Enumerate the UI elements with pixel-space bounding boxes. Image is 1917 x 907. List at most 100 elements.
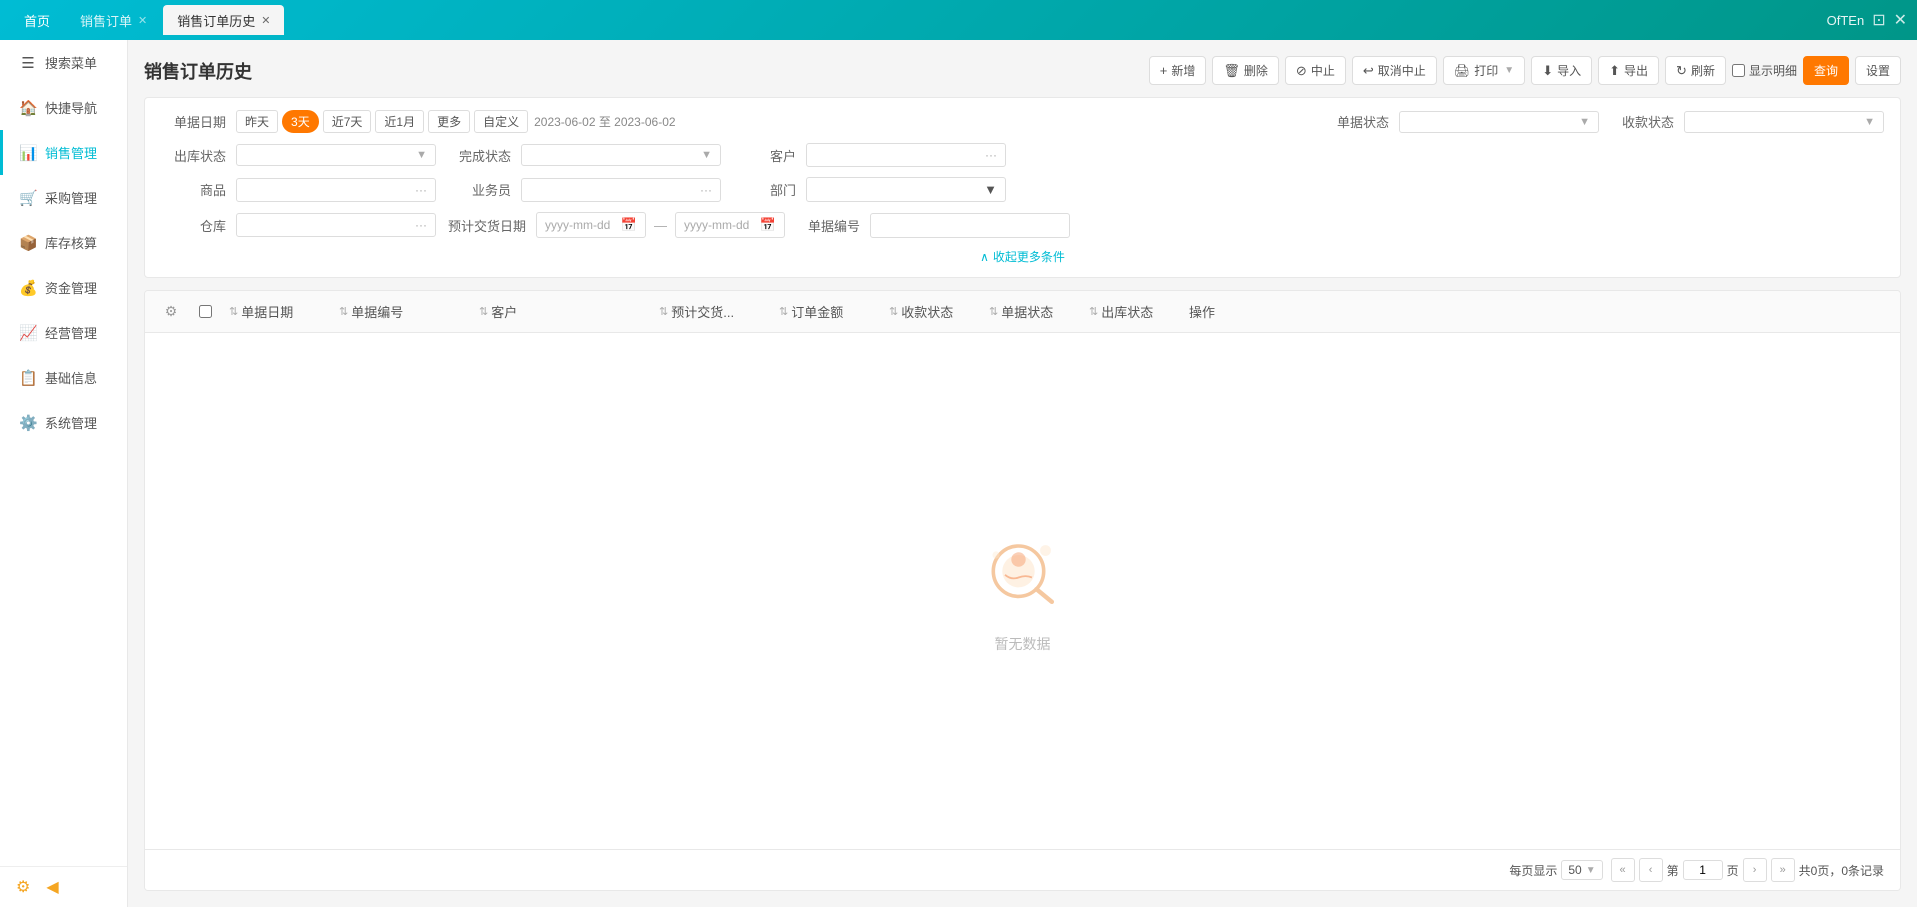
- search-menu-icon: ☰: [19, 54, 37, 72]
- date-sep: —: [650, 218, 671, 233]
- sidebar-item-purchase-mgmt[interactable]: 🛒 采购管理: [0, 175, 127, 220]
- refresh-button[interactable]: ↻ 刷新: [1665, 56, 1726, 85]
- sidebar-settings-icon[interactable]: ⚙: [16, 877, 30, 897]
- delete-icon: 🗑: [1223, 63, 1240, 79]
- date-btn-1month[interactable]: 近1月: [375, 110, 424, 133]
- date-btn-3days[interactable]: 3天: [282, 110, 319, 133]
- last-page-button[interactable]: »: [1771, 858, 1795, 882]
- collapse-bar[interactable]: ∧ 收起更多条件: [161, 248, 1884, 265]
- th-customer[interactable]: ⇅ 客户: [471, 302, 651, 321]
- pay-status-select[interactable]: ▼: [1684, 111, 1884, 133]
- cancel-suspend-label: 取消中止: [1378, 62, 1426, 79]
- sidebar-collapse-icon[interactable]: ◀: [46, 877, 58, 897]
- empty-state: 暂无数据: [145, 333, 1900, 849]
- date-btn-custom[interactable]: 自定义: [474, 110, 528, 133]
- th-out-status[interactable]: ⇅ 出库状态: [1081, 302, 1181, 321]
- sidebar-item-sales-mgmt[interactable]: 📊 销售管理: [0, 130, 127, 175]
- calendar-to-icon: 📅: [760, 217, 776, 233]
- page-size-dropdown[interactable]: 50 ▼: [1561, 860, 1602, 880]
- funds-mgmt-icon: 💰: [19, 279, 37, 297]
- th-action: 操作: [1181, 302, 1892, 321]
- suspend-button[interactable]: ⊘ 中止: [1285, 56, 1346, 85]
- page-header: 销售订单历史 + 新增 🗑 删除 ⊘ 中止 ↩ 取消中止: [144, 56, 1901, 85]
- next-page-button[interactable]: ›: [1743, 858, 1767, 882]
- display-toggle[interactable]: 显示明细: [1732, 62, 1797, 79]
- prev-page-button[interactable]: ‹: [1639, 858, 1663, 882]
- inventory-icon: 📦: [19, 234, 37, 252]
- dept-select[interactable]: ▼: [806, 177, 1006, 202]
- window-close-btn[interactable]: ✕: [1894, 10, 1907, 30]
- table-container: ⚙ ⇅ 单据日期 ⇅ 单据编号 ⇅ 客户 ⇅: [144, 290, 1901, 891]
- th-pay-status-sort-icon: ⇅: [889, 305, 898, 318]
- display-toggle-label: 显示明细: [1749, 62, 1797, 79]
- often-label: OfTEn: [1827, 13, 1865, 28]
- salesperson-input[interactable]: ···: [521, 178, 721, 202]
- sidebar-item-funds-mgmt-label: 资金管理: [45, 278, 97, 297]
- complete-status-select[interactable]: ▼: [521, 144, 721, 166]
- th-doc-no[interactable]: ⇅ 单据编号: [331, 302, 471, 321]
- cancel-suspend-button[interactable]: ↩ 取消中止: [1352, 56, 1437, 85]
- settings-label: 设置: [1866, 62, 1890, 79]
- pay-status-label: 收款状态: [1609, 112, 1674, 131]
- goods-input[interactable]: ···: [236, 178, 436, 202]
- export-label: 导出: [1624, 62, 1648, 79]
- tab-sales-order-history[interactable]: 销售订单历史 ✕: [163, 5, 284, 35]
- tab-sales-order-history-close[interactable]: ✕: [261, 14, 270, 27]
- print-arrow-icon: ▼: [1504, 65, 1514, 76]
- doc-no-input[interactable]: [870, 213, 1070, 238]
- customer-input[interactable]: ···: [806, 143, 1006, 167]
- tab-home[interactable]: 首页: [10, 5, 64, 35]
- date-btn-more[interactable]: 更多: [428, 110, 470, 133]
- warehouse-input[interactable]: ···: [236, 213, 436, 237]
- sidebar-item-ops-mgmt[interactable]: 📈 经营管理: [0, 310, 127, 355]
- tab-sales-order[interactable]: 销售订单 ✕: [66, 5, 161, 35]
- date-btn-7days[interactable]: 近7天: [323, 110, 372, 133]
- refresh-label: 刷新: [1691, 62, 1715, 79]
- new-button[interactable]: + 新增: [1149, 56, 1207, 85]
- table-settings-btn[interactable]: ⚙: [153, 303, 189, 320]
- delivery-date-range: yyyy-mm-dd 📅 — yyyy-mm-dd 📅: [536, 212, 785, 238]
- doc-status-select[interactable]: ▼: [1399, 111, 1599, 133]
- warehouse-label: 仓库: [161, 216, 226, 235]
- window-restore-btn[interactable]: ⊡: [1872, 10, 1885, 30]
- th-doc-status[interactable]: ⇅ 单据状态: [981, 302, 1081, 321]
- pay-status-arrow-icon: ▼: [1864, 116, 1875, 128]
- delivery-date-from-input[interactable]: yyyy-mm-dd 📅: [536, 212, 646, 238]
- tab-sales-order-close[interactable]: ✕: [138, 14, 147, 27]
- first-page-button[interactable]: «: [1611, 858, 1635, 882]
- date-btn-today[interactable]: 昨天: [236, 110, 278, 133]
- sidebar-item-sys-mgmt[interactable]: ⚙️ 系统管理: [0, 400, 127, 445]
- sidebar-item-inventory[interactable]: 📦 库存核算: [0, 220, 127, 265]
- table-select-all[interactable]: [189, 305, 221, 318]
- sys-mgmt-icon: ⚙️: [19, 414, 37, 432]
- select-all-checkbox[interactable]: [199, 305, 212, 318]
- sidebar-item-funds-mgmt[interactable]: 💰 资金管理: [0, 265, 127, 310]
- current-page-input[interactable]: [1683, 860, 1723, 880]
- settings-button[interactable]: 设置: [1855, 56, 1901, 85]
- print-icon: 🖨: [1454, 63, 1471, 79]
- doc-date-label: 单据日期: [161, 112, 226, 131]
- th-amount-label: 订单金额: [791, 302, 843, 321]
- print-button[interactable]: 🖨 打印 ▼: [1443, 56, 1525, 85]
- delete-button[interactable]: 🗑 删除: [1212, 56, 1279, 85]
- delivery-date-to-input[interactable]: yyyy-mm-dd 📅: [675, 212, 785, 238]
- display-toggle-checkbox[interactable]: [1732, 64, 1745, 77]
- delivery-date-to-value: yyyy-mm-dd: [684, 218, 749, 232]
- pagination-nav: « ‹ 第 页 › » 共0页，0条记录: [1611, 858, 1884, 882]
- sidebar-item-basic-info[interactable]: 📋 基础信息: [0, 355, 127, 400]
- query-button[interactable]: 查询: [1803, 56, 1849, 85]
- collapse-label: 收起更多条件: [993, 248, 1065, 265]
- import-button[interactable]: ⬇ 导入: [1531, 56, 1592, 85]
- per-page-value: 50: [1568, 863, 1581, 877]
- page-title: 销售订单历史: [144, 58, 252, 84]
- doc-status-arrow-icon: ▼: [1579, 116, 1590, 128]
- export-button[interactable]: ⬆ 导出: [1598, 56, 1659, 85]
- sidebar-item-quick-nav[interactable]: 🏠 快捷导航: [0, 85, 127, 130]
- th-delivery[interactable]: ⇅ 预计交货...: [651, 302, 771, 321]
- out-status-select[interactable]: ▼: [236, 144, 436, 166]
- th-amount[interactable]: ⇅ 订单金额: [771, 302, 881, 321]
- sidebar-item-search-menu[interactable]: ☰ 搜索菜单: [0, 40, 127, 85]
- import-label: 导入: [1557, 62, 1581, 79]
- th-doc-date[interactable]: ⇅ 单据日期: [221, 302, 331, 321]
- th-pay-status[interactable]: ⇅ 收款状态: [881, 302, 981, 321]
